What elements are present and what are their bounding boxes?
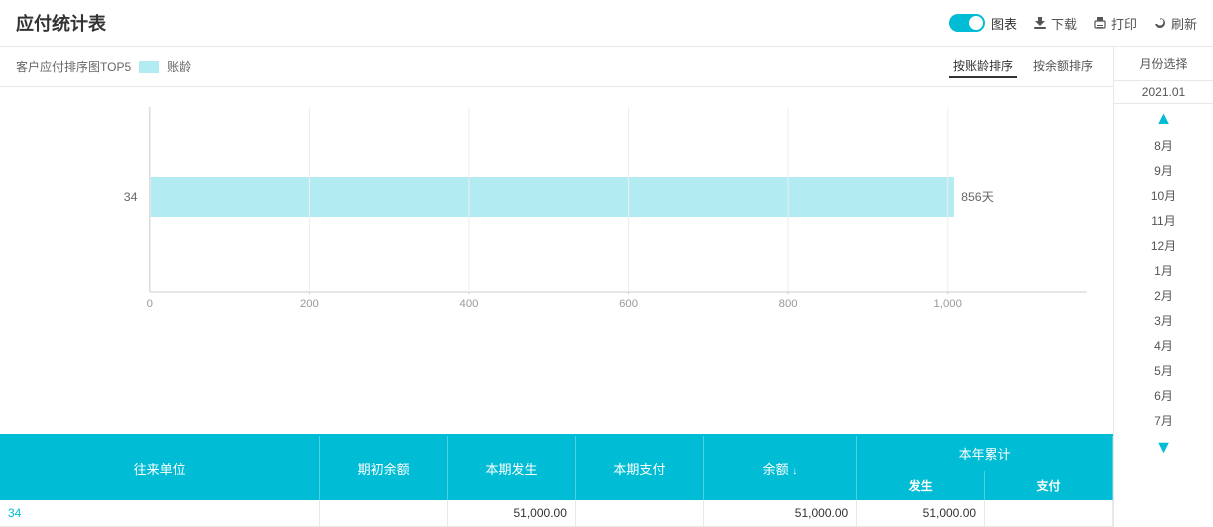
col-balance: 余额 ↓ [703, 436, 856, 500]
data-table: 往来单位 期初余额 本期发生 本期支付 余额 ↓ 本年累计 [0, 436, 1113, 527]
month-11-label[interactable]: 11月 [1114, 208, 1213, 233]
cell-ytd-pay [985, 500, 1113, 527]
header: 应付统计表 图表 下载 打印 刷新 [0, 0, 1213, 47]
cell-opening [320, 500, 448, 527]
svg-text:1,000: 1,000 [934, 298, 962, 310]
col-ytd-occur: 发生 [857, 471, 985, 500]
sidebar-title: 月份选择 [1114, 47, 1213, 81]
year-2023-month-1-wrap: 2023 1月 [1114, 258, 1213, 283]
month-6-label[interactable]: 6月 [1114, 383, 1213, 408]
header-actions: 图表 下载 打印 刷新 [949, 14, 1197, 33]
chart-section: 客户应付排序图TOP5 账龄 按账龄排序 按余额排序 34 [0, 47, 1113, 527]
print-button[interactable]: 打印 [1093, 14, 1137, 33]
unit-link[interactable]: 34 [8, 506, 21, 520]
col-opening: 期初余额 [320, 436, 448, 500]
table-header-row: 往来单位 期初余额 本期发生 本期支付 余额 ↓ 本年累计 [0, 436, 1113, 471]
svg-text:0: 0 [147, 298, 153, 310]
month-8: 8月 [1114, 133, 1213, 158]
legend-label: 客户应付排序图TOP5 [16, 58, 131, 75]
table-section: 往来单位 期初余额 本期发生 本期支付 余额 ↓ 本年累计 [0, 434, 1113, 527]
chart-header: 客户应付排序图TOP5 账龄 按账龄排序 按余额排序 [0, 47, 1113, 87]
table-wrap: 往来单位 期初余额 本期发生 本期支付 余额 ↓ 本年累计 [0, 436, 1113, 527]
month-8-label[interactable]: 8月 [1114, 133, 1213, 158]
month-3: 3月 [1114, 308, 1213, 333]
month-5-label[interactable]: 5月 [1114, 358, 1213, 383]
sidebar-down-arrow[interactable]: ▼ [1114, 433, 1213, 462]
table-row: 34 51,000.00 51,000.00 51,000.00 [0, 500, 1113, 527]
chart-toggle[interactable] [949, 14, 985, 32]
month-10-label[interactable]: 10月 [1114, 183, 1213, 208]
svg-text:200: 200 [300, 298, 319, 310]
right-sidebar: 月份选择 2021.01 ▲ 8月 9月 10月 11月 12月 [1113, 47, 1213, 527]
month-4-label[interactable]: 4月 [1114, 333, 1213, 358]
month-2-label[interactable]: 2月 [1114, 283, 1213, 308]
refresh-button[interactable]: 刷新 [1153, 14, 1197, 33]
col-from-unit: 往来单位 [0, 436, 320, 500]
main-area: 客户应付排序图TOP5 账龄 按账龄排序 按余额排序 34 [0, 47, 1213, 527]
print-icon [1093, 16, 1107, 30]
month-7: 7月 [1114, 408, 1213, 433]
svg-text:34: 34 [124, 190, 138, 204]
cell-unit: 34 [0, 500, 320, 527]
refresh-icon [1153, 16, 1167, 30]
download-button[interactable]: 下载 [1033, 14, 1077, 33]
sidebar-months: 8月 9月 10月 11月 12月 2023 1月 [1114, 133, 1213, 433]
month-9-label[interactable]: 9月 [1114, 158, 1213, 183]
col-ytd: 本年累计 [857, 436, 1113, 471]
sidebar-year[interactable]: 2021.01 [1114, 81, 1213, 104]
cell-current-occur: 51,000.00 [448, 500, 576, 527]
cell-current-pay [575, 500, 703, 527]
month-1-label[interactable]: 1月 [1114, 258, 1213, 283]
month-2: 2月 [1114, 283, 1213, 308]
svg-text:600: 600 [619, 298, 638, 310]
month-11: 11月 [1114, 208, 1213, 233]
col-current-occur: 本期发生 [448, 436, 576, 500]
month-7-label[interactable]: 7月 [1114, 408, 1213, 433]
month-10: 10月 [1114, 183, 1213, 208]
svg-text:800: 800 [779, 298, 798, 310]
table-body: 34 51,000.00 51,000.00 51,000.00 [0, 500, 1113, 527]
chart-toggle-label: 图表 [991, 14, 1017, 33]
col-ytd-pay: 支付 [985, 471, 1113, 500]
month-6: 6月 [1114, 383, 1213, 408]
page-title: 应付统计表 [16, 10, 949, 36]
month-3-label[interactable]: 3月 [1114, 308, 1213, 333]
chart-toggle-wrap: 图表 [949, 14, 1017, 33]
month-5: 5月 [1114, 358, 1213, 383]
cell-balance: 51,000.00 [703, 500, 856, 527]
legend-color-swatch [139, 61, 159, 73]
cell-ytd-occur: 51,000.00 [857, 500, 985, 527]
sidebar-up-arrow[interactable]: ▲ [1114, 104, 1213, 133]
download-icon [1033, 16, 1047, 30]
month-12: 12月 [1114, 233, 1213, 258]
month-12-label[interactable]: 12月 [1114, 233, 1213, 258]
sort-by-amount-tab[interactable]: 按账龄排序 [949, 55, 1017, 78]
svg-text:856天: 856天 [961, 190, 994, 204]
bar-34 [151, 177, 954, 217]
month-9: 9月 [1114, 158, 1213, 183]
month-4: 4月 [1114, 333, 1213, 358]
sort-by-balance-tab[interactable]: 按余额排序 [1029, 55, 1097, 78]
legend-color-label: 账龄 [167, 58, 191, 75]
chart-area: 34 856天 0 200 400 600 800 1,000 [0, 87, 1113, 434]
col-current-pay: 本期支付 [575, 436, 703, 500]
sort-tabs: 按账龄排序 按余额排序 [949, 55, 1097, 78]
svg-text:400: 400 [460, 298, 479, 310]
chart-legend: 客户应付排序图TOP5 账龄 [16, 58, 191, 75]
bar-chart-svg: 34 856天 0 200 400 600 800 1,000 [16, 97, 1097, 327]
